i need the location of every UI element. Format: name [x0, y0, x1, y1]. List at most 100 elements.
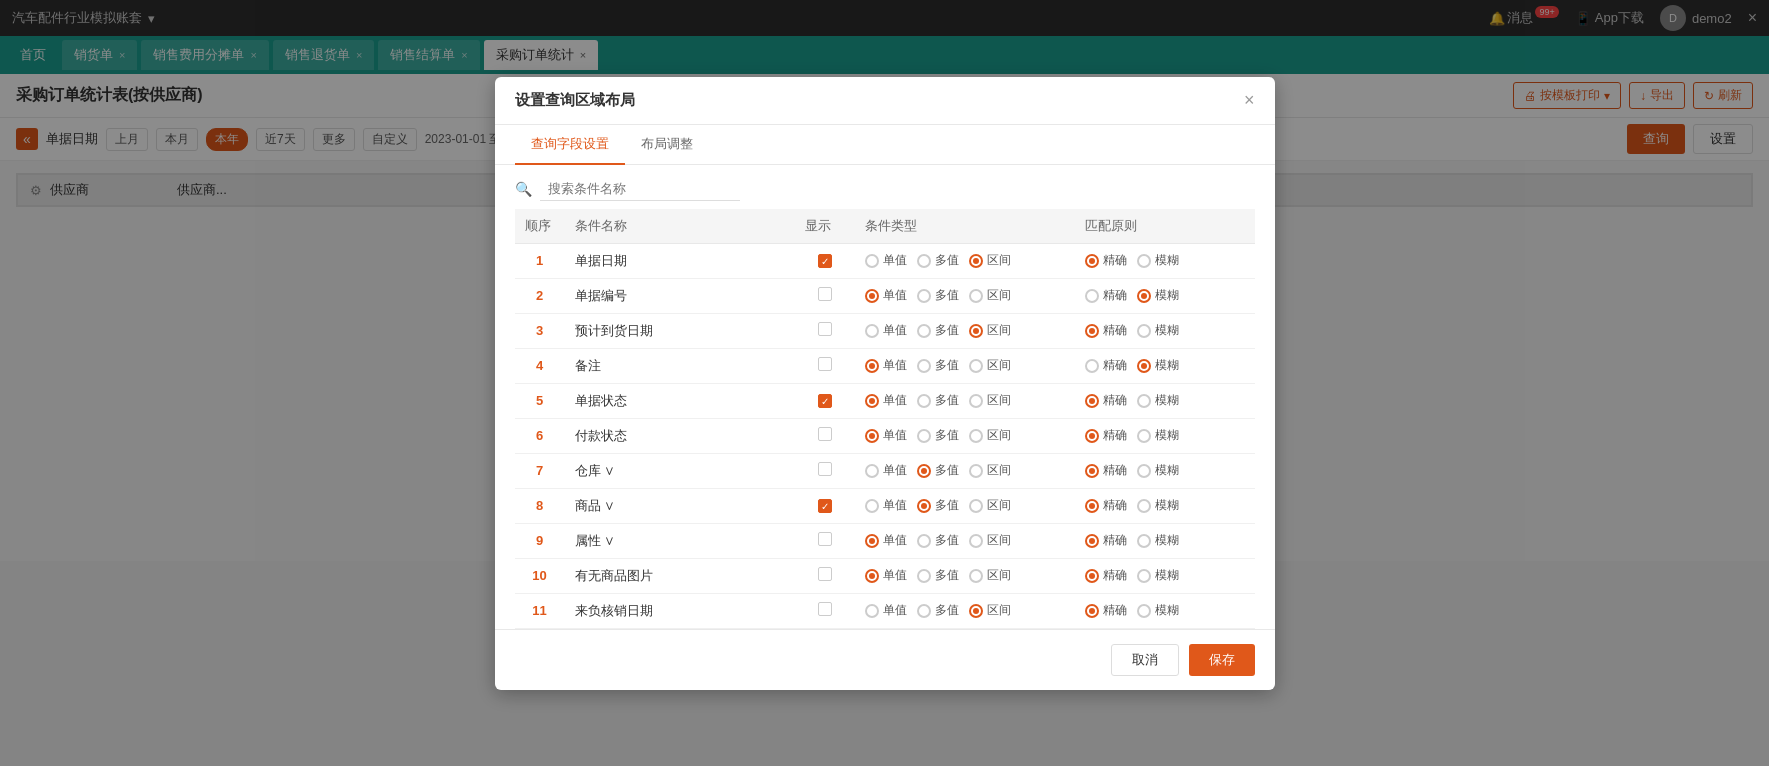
- radio-label: 模糊: [1155, 287, 1179, 304]
- type-radio-option[interactable]: 多值: [917, 462, 959, 479]
- display-checkbox[interactable]: ✓: [818, 499, 832, 513]
- type-radio-option[interactable]: 区间: [969, 497, 1011, 514]
- display-checkbox[interactable]: [818, 532, 832, 546]
- radio-label: 单值: [883, 392, 907, 409]
- display-checkbox[interactable]: ✓: [818, 394, 832, 408]
- type-radio-option[interactable]: 多值: [917, 497, 959, 514]
- type-radio-option[interactable]: 多值: [917, 532, 959, 549]
- table-row: 5单据状态 ✓ 单值多值区间 精确模糊: [515, 383, 1255, 418]
- radio-circle: [917, 464, 931, 478]
- display-checkbox[interactable]: [818, 287, 832, 301]
- radio-label: 区间: [987, 427, 1011, 444]
- match-radio-option[interactable]: 精确: [1085, 357, 1127, 374]
- match-radio-option[interactable]: 模糊: [1137, 357, 1179, 374]
- radio-circle: [1137, 359, 1151, 373]
- display-checkbox[interactable]: [818, 322, 832, 336]
- type-radio-option[interactable]: 单值: [865, 357, 907, 374]
- display-checkbox[interactable]: ✓: [818, 254, 832, 268]
- cell-match: 精确模糊: [1075, 383, 1255, 418]
- match-radio-option[interactable]: 精确: [1085, 252, 1127, 269]
- radio-label: 模糊: [1155, 532, 1179, 549]
- cell-match: 精确模糊: [1075, 243, 1255, 278]
- match-radio-option[interactable]: 模糊: [1137, 497, 1179, 514]
- radio-label: 单值: [883, 322, 907, 339]
- type-radio-option[interactable]: 多值: [917, 357, 959, 374]
- type-radio-option[interactable]: 多值: [917, 252, 959, 269]
- display-checkbox[interactable]: [818, 427, 832, 441]
- match-radio-option[interactable]: 精确: [1085, 392, 1127, 409]
- type-radio-option[interactable]: 单值: [865, 427, 907, 444]
- match-radio-option[interactable]: 模糊: [1137, 427, 1179, 444]
- search-input[interactable]: [540, 177, 740, 201]
- cell-display[interactable]: [795, 278, 855, 313]
- cell-match: 精确模糊: [1075, 453, 1255, 488]
- radio-label: 单值: [883, 532, 907, 549]
- type-radio-option[interactable]: 多值: [917, 427, 959, 444]
- type-radio-option[interactable]: 单值: [865, 322, 907, 339]
- match-radio-option[interactable]: 模糊: [1137, 392, 1179, 409]
- match-radio-option[interactable]: 模糊: [1137, 532, 1179, 549]
- match-radio-option[interactable]: 精确: [1085, 287, 1127, 304]
- type-radio-option[interactable]: 多值: [917, 322, 959, 339]
- cell-name: 单据状态: [565, 383, 795, 418]
- radio-circle: [1085, 359, 1099, 373]
- cell-order: 5: [515, 383, 565, 418]
- type-radio-option[interactable]: 单值: [865, 497, 907, 514]
- match-radio-option[interactable]: 模糊: [1137, 252, 1179, 269]
- radio-circle: [1085, 254, 1099, 268]
- search-icon: 🔍: [515, 181, 532, 197]
- modal-table-wrap: 顺序 条件名称 显示 条件类型 匹配原则 1单据日期✓单值多值区间精确模糊2单据…: [495, 209, 1275, 562]
- radio-label: 单值: [883, 287, 907, 304]
- cell-display[interactable]: ✓: [795, 488, 855, 523]
- type-radio-option[interactable]: 多值: [917, 392, 959, 409]
- cell-display[interactable]: ✓: [795, 243, 855, 278]
- type-radio-option[interactable]: 区间: [969, 287, 1011, 304]
- radio-label: 区间: [987, 462, 1011, 479]
- match-radio-option[interactable]: 精确: [1085, 532, 1127, 549]
- type-radio-option[interactable]: 单值: [865, 392, 907, 409]
- type-radio-option[interactable]: 区间: [969, 392, 1011, 409]
- match-radio-option[interactable]: 模糊: [1137, 322, 1179, 339]
- type-radio-option[interactable]: 单值: [865, 462, 907, 479]
- cell-name: 属性 ∨: [565, 523, 795, 558]
- match-radio-option[interactable]: 精确: [1085, 322, 1127, 339]
- modal-tab-query-fields[interactable]: 查询字段设置: [515, 125, 625, 165]
- cell-display[interactable]: [795, 453, 855, 488]
- cell-order: 8: [515, 488, 565, 523]
- type-radio-option[interactable]: 单值: [865, 287, 907, 304]
- type-radio-option[interactable]: 多值: [917, 287, 959, 304]
- radio-circle: [917, 254, 931, 268]
- cell-type: 单值多值 区间: [855, 453, 1075, 488]
- type-radio-option[interactable]: 区间: [969, 252, 1011, 269]
- modal-tab-layout-adjust[interactable]: 布局调整: [625, 125, 709, 165]
- modal-close-button[interactable]: ×: [1244, 91, 1255, 109]
- cell-display[interactable]: [795, 418, 855, 453]
- type-radio-option[interactable]: 单值: [865, 532, 907, 549]
- match-radio-option[interactable]: 精确: [1085, 497, 1127, 514]
- type-radio-option[interactable]: 区间: [969, 427, 1011, 444]
- match-radio-option[interactable]: 精确: [1085, 462, 1127, 479]
- table-row: 10有无商品图片单值多值区间精确模糊: [515, 558, 1255, 561]
- type-radio-option[interactable]: 单值: [865, 252, 907, 269]
- cell-display[interactable]: ✓: [795, 383, 855, 418]
- cell-order: 3: [515, 313, 565, 348]
- display-checkbox[interactable]: [818, 462, 832, 476]
- radio-label: 多值: [935, 427, 959, 444]
- cell-match: 精确 模糊: [1075, 523, 1255, 558]
- radio-label: 模糊: [1155, 357, 1179, 374]
- cell-display[interactable]: [795, 348, 855, 383]
- match-radio-option[interactable]: 精确: [1085, 427, 1127, 444]
- cell-type: 单值多值区间: [855, 348, 1075, 383]
- radio-label: 单值: [883, 357, 907, 374]
- type-radio-option[interactable]: 区间: [969, 322, 1011, 339]
- cell-display[interactable]: [795, 558, 855, 561]
- cell-order: 2: [515, 278, 565, 313]
- type-radio-option[interactable]: 区间: [969, 357, 1011, 374]
- cell-display[interactable]: [795, 523, 855, 558]
- match-radio-option[interactable]: 模糊: [1137, 462, 1179, 479]
- cell-display[interactable]: [795, 313, 855, 348]
- match-radio-option[interactable]: 模糊: [1137, 287, 1179, 304]
- type-radio-option[interactable]: 区间: [969, 532, 1011, 549]
- type-radio-option[interactable]: 区间: [969, 462, 1011, 479]
- display-checkbox[interactable]: [818, 357, 832, 371]
